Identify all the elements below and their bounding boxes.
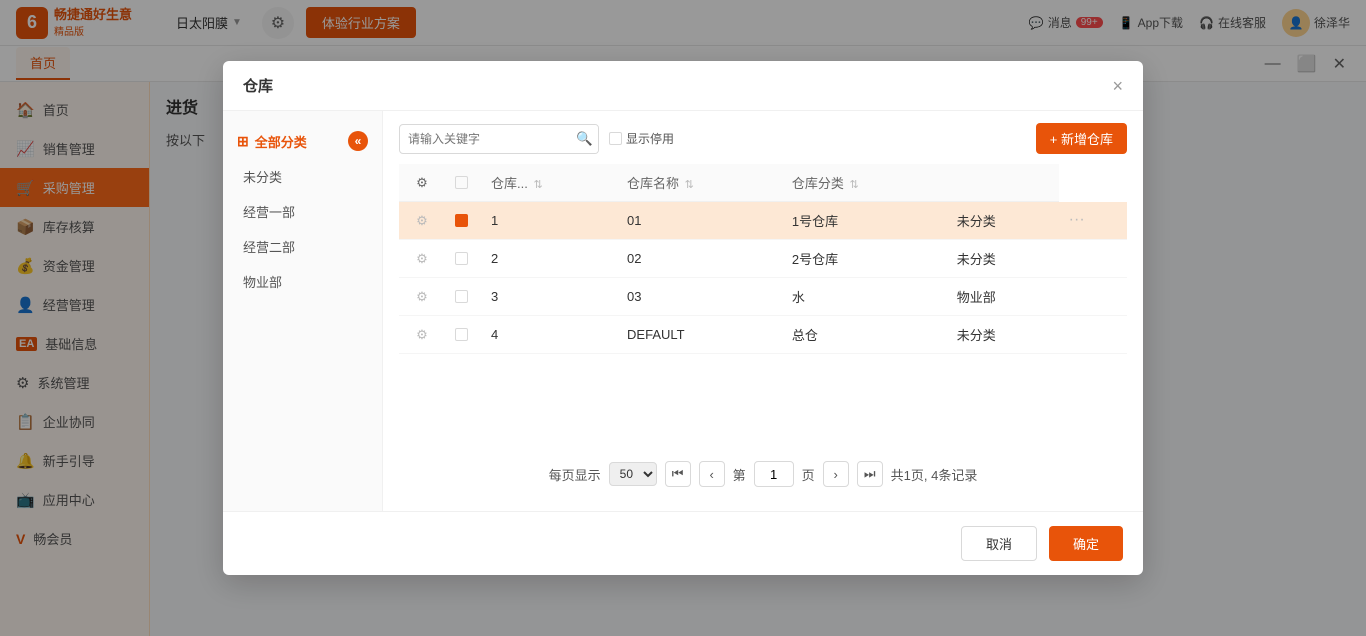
row-num-cell: 4: [481, 316, 617, 354]
row-num-cell: 2: [481, 240, 617, 278]
category-item-unclassified[interactable]: 未分类: [223, 159, 382, 194]
gear-icon[interactable]: ⚙: [416, 289, 428, 305]
row-code-cell: 02: [617, 240, 782, 278]
sort-icon: ⇅: [533, 179, 542, 191]
category-item-dept1[interactable]: 经营一部: [223, 194, 382, 229]
row-category-cell: 未分类: [947, 202, 1059, 240]
col-header-category: 仓库分类 ⇅: [782, 164, 947, 202]
col-header-name: 仓库名称 ⇅: [617, 164, 782, 202]
row-name-cell: 1号仓库: [782, 202, 947, 240]
row-checkbox[interactable]: [455, 252, 468, 265]
modal-footer: 取消 确定: [223, 511, 1143, 575]
table-container: ⚙ 仓库... ⇅ 仓库名称 ⇅: [399, 164, 1127, 439]
row-category-cell: 物业部: [947, 278, 1059, 316]
page-number-input[interactable]: [754, 461, 794, 487]
pagination: 每页显示 50 ⏮ ‹ 第 页 › ⏭ 共1页, 4条记录: [399, 449, 1127, 499]
show-disabled-label[interactable]: 显示停用: [609, 130, 674, 147]
search-icon: 🔍: [576, 131, 593, 147]
row-gear-cell: ⚙: [399, 316, 445, 354]
modal-main-panel: 🔍 显示停用 + 新增仓库 ⚙: [383, 111, 1143, 511]
category-item-dept2[interactable]: 经营二部: [223, 229, 382, 264]
col-header-check: [445, 164, 481, 202]
gear-icon[interactable]: ⚙: [416, 213, 428, 229]
table-row[interactable]: ⚙ 2 02 2号仓库 未分类: [399, 240, 1127, 278]
row-more-cell: [1059, 316, 1127, 354]
modal-toolbar: 🔍 显示停用 + 新增仓库: [399, 123, 1127, 154]
row-name-cell: 2号仓库: [782, 240, 947, 278]
modal-body: ⊞ 全部分类 « 未分类 经营一部 经营二部 物业部 🔍: [223, 111, 1143, 511]
table-row[interactable]: ⚙ 1 01 1号仓库 未分类 ···: [399, 202, 1127, 240]
page-label: 第: [733, 465, 746, 484]
per-page-select[interactable]: 50: [609, 462, 657, 486]
row-num-cell: 1: [481, 202, 617, 240]
warehouse-modal: 仓库 × ⊞ 全部分类 « 未分类 经营一部 经营二部 物业部: [223, 61, 1143, 575]
confirm-button[interactable]: 确定: [1049, 526, 1123, 561]
category-item-property[interactable]: 物业部: [223, 264, 382, 299]
row-code-cell: DEFAULT: [617, 316, 782, 354]
row-checkbox[interactable]: [455, 328, 468, 341]
row-num-cell: 3: [481, 278, 617, 316]
row-code-cell: 01: [617, 202, 782, 240]
category-collapse-button[interactable]: «: [348, 131, 368, 151]
add-warehouse-button[interactable]: + 新增仓库: [1036, 123, 1127, 154]
gear-icon: ⚙: [416, 175, 428, 190]
first-page-button[interactable]: ⏮: [665, 461, 691, 487]
row-name-cell: 水: [782, 278, 947, 316]
select-all-checkbox[interactable]: [455, 176, 468, 189]
search-input[interactable]: [400, 132, 571, 146]
row-more-cell: ···: [1059, 202, 1127, 240]
show-disabled-checkbox[interactable]: [609, 132, 622, 145]
all-categories-label: 全部分类: [255, 132, 307, 151]
col-header-actions: [947, 164, 1059, 202]
modal-header: 仓库 ×: [223, 61, 1143, 111]
show-disabled-text: 显示停用: [626, 130, 674, 147]
row-code-cell: 03: [617, 278, 782, 316]
row-gear-cell: ⚙: [399, 278, 445, 316]
row-gear-cell: ⚙: [399, 202, 445, 240]
search-box: 🔍: [399, 124, 599, 154]
per-page-label: 每页显示: [549, 465, 601, 484]
row-gear-cell: ⚙: [399, 240, 445, 278]
row-category-cell: 未分类: [947, 240, 1059, 278]
row-more-cell: [1059, 278, 1127, 316]
last-page-button[interactable]: ⏭: [857, 461, 883, 487]
row-more-cell: [1059, 240, 1127, 278]
search-button[interactable]: 🔍: [571, 124, 598, 154]
category-sidebar: ⊞ 全部分类 « 未分类 经营一部 经营二部 物业部: [223, 111, 383, 511]
category-header: ⊞ 全部分类 «: [223, 123, 382, 159]
row-checkbox-cell: [445, 240, 481, 278]
modal-title: 仓库: [243, 75, 273, 96]
gear-icon[interactable]: ⚙: [416, 327, 428, 343]
more-button[interactable]: ···: [1069, 211, 1085, 228]
col-header-gear: ⚙: [399, 164, 445, 202]
row-category-cell: 未分类: [947, 316, 1059, 354]
grid-icon: ⊞: [237, 133, 249, 150]
cancel-button[interactable]: 取消: [961, 526, 1037, 561]
sort-icon: ⇅: [850, 179, 859, 191]
row-checkbox[interactable]: [455, 290, 468, 303]
table-row[interactable]: ⚙ 4 DEFAULT 总仓 未分类: [399, 316, 1127, 354]
warehouse-table: ⚙ 仓库... ⇅ 仓库名称 ⇅: [399, 164, 1127, 354]
gear-icon[interactable]: ⚙: [416, 251, 428, 267]
row-checkbox-cell: [445, 202, 481, 240]
row-checkbox[interactable]: [455, 214, 468, 227]
col-header-code: 仓库... ⇅: [481, 164, 617, 202]
page-suffix: 页: [802, 465, 815, 484]
row-name-cell: 总仓: [782, 316, 947, 354]
prev-page-button[interactable]: ‹: [699, 461, 725, 487]
sort-icon: ⇅: [685, 179, 694, 191]
row-checkbox-cell: [445, 278, 481, 316]
row-checkbox-cell: [445, 316, 481, 354]
total-info: 共1页, 4条记录: [891, 465, 978, 484]
table-row[interactable]: ⚙ 3 03 水 物业部: [399, 278, 1127, 316]
next-page-button[interactable]: ›: [823, 461, 849, 487]
modal-close-button[interactable]: ×: [1112, 77, 1123, 95]
